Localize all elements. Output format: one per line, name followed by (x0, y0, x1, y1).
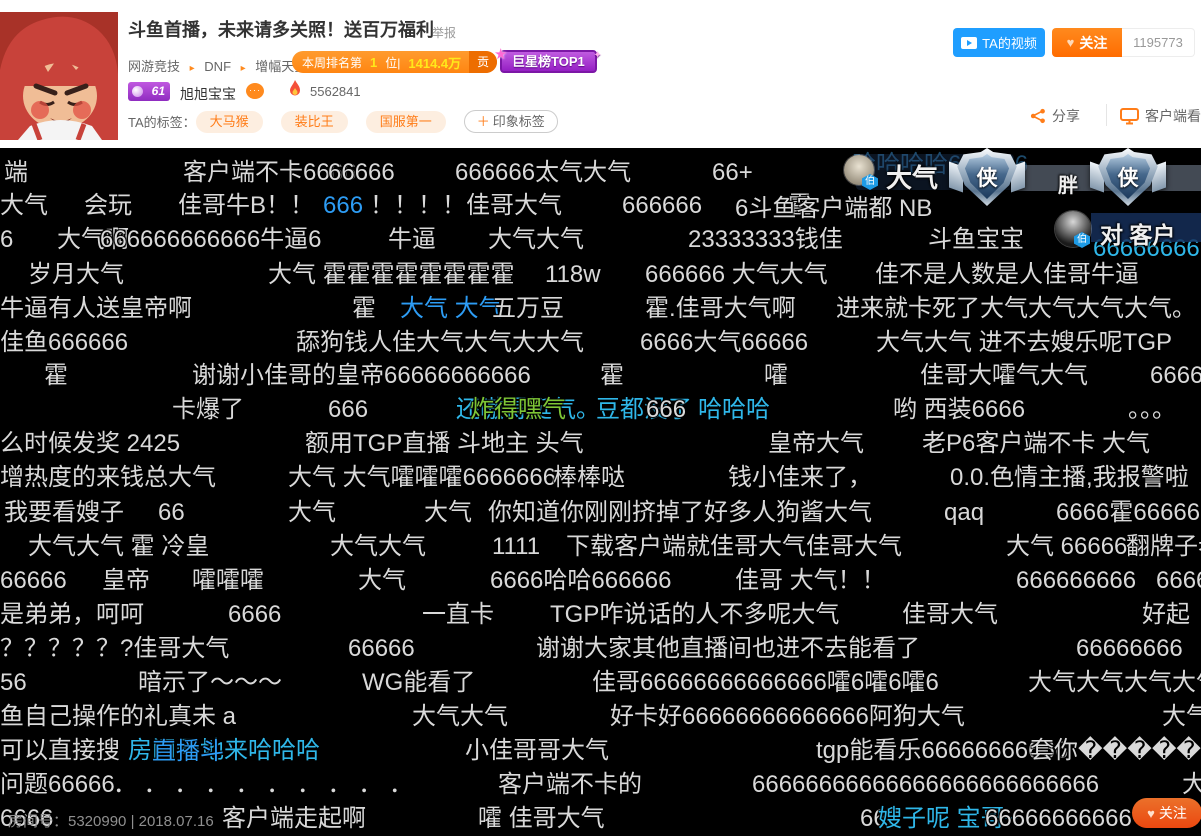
breadcrumb-game[interactable]: DNF (204, 59, 231, 74)
room-header: 斗鱼首播，未来请多关照！送百万福利 举报 网游竞技 ▸ DNF ▸ 增幅天空 本… (0, 0, 1201, 148)
share-icon (1030, 108, 1045, 124)
tag-pill[interactable]: 装比王 (280, 110, 348, 133)
add-tag-button[interactable]: ＋印象标签 (463, 110, 558, 133)
client-label: 客户端看 (1145, 108, 1201, 124)
divider (1106, 104, 1107, 126)
star-icon: ★ (494, 46, 508, 63)
breadcrumb-category[interactable]: 网游竞技 (128, 59, 180, 74)
video-icon (961, 36, 978, 49)
noble-danmaku-text: 对 客户 (1100, 222, 1176, 248)
follow-overlay-button[interactable]: ♥ 关注 (1132, 798, 1201, 828)
level-value: 61 (151, 84, 165, 98)
tag-pill[interactable]: 国服第一 (365, 110, 446, 133)
video-player[interactable]: 端客户端不卡6666 66666 666666太气大气 66+ 哈哈哈哈666666 大气… (0, 148, 1201, 836)
superstar-badge[interactable]: ★ 巨星榜TOP1 ✦ (494, 46, 602, 73)
chat-bubble-icon[interactable]: ··· (246, 83, 264, 99)
rank-prefix: 本周排名第 (302, 55, 363, 70)
avatar-image (0, 12, 118, 140)
knight-shield-icon: 侠 (1090, 148, 1166, 206)
share-label: 分享 (1052, 108, 1080, 124)
page: 斗鱼首播，未来请多关照！送百万福利 举报 网游竞技 ▸ DNF ▸ 增幅天空 本… (0, 0, 1201, 836)
streamer-avatar[interactable] (0, 12, 118, 140)
heart-icon: ♥ (1066, 35, 1075, 50)
breadcrumb-separator-icon: ▸ (189, 63, 195, 74)
rank-number: 1 (370, 54, 378, 70)
noble-danmaku-text: 胖 (1058, 175, 1078, 197)
share-button[interactable]: 分享 (1030, 106, 1080, 126)
noble-danmaku-layer: 伯 大气 侠 胖 侠 伯 对 客户 (0, 148, 1201, 836)
superstar-label: 巨星榜TOP1 (512, 54, 585, 69)
shield-glyph: 侠 (976, 166, 998, 190)
breadcrumb: 网游竞技 ▸ DNF ▸ 增幅天空 (128, 56, 307, 75)
monitor-icon (1120, 107, 1139, 124)
level-badge: 61 (128, 82, 170, 101)
rank-mid: 位| (385, 55, 401, 70)
rank-value: 1414.4万 (408, 55, 462, 71)
level-icon (132, 86, 143, 97)
follow-overlay-label: 关注 (1158, 805, 1187, 821)
add-tag-label: 印象标签 (492, 114, 545, 129)
breadcrumb-separator-icon: ▸ (240, 63, 246, 74)
ta-videos-button[interactable]: TA的视频 (953, 28, 1045, 57)
report-link[interactable]: 举报 (432, 24, 456, 41)
tags-label: TA的标签： (128, 115, 196, 130)
plus-icon: ＋ (476, 114, 490, 129)
flame-icon (288, 80, 302, 103)
noble-danmaku-text: 大气 (886, 163, 939, 193)
room-info: 房间号：5320990 | 2018.07.16 (8, 813, 214, 830)
streamer-name[interactable]: 旭旭宝宝 (180, 84, 236, 104)
follow-button[interactable]: ♥ 关注 (1052, 28, 1122, 57)
heart-icon: ♥ (1147, 805, 1155, 821)
tags-row: TA的标签： 大马猴 装比王 国服第一 ＋印象标签 (128, 110, 558, 133)
shield-glyph: 侠 (1117, 166, 1139, 190)
page-title: 斗鱼首播，未来请多关照！送百万福利 (128, 20, 434, 40)
follow-label: 关注 (1079, 34, 1108, 51)
ta-videos-label: TA的视频 (982, 36, 1037, 51)
star-icon: ✦ (593, 50, 602, 61)
knight-shield-icon: 侠 (949, 148, 1025, 206)
client-button[interactable]: 客户端看 (1120, 106, 1201, 126)
popularity-count: 5562841 (310, 84, 361, 99)
weekly-rank-badge: 本周排名第 1 位| 1414.4万 贡 (292, 51, 498, 73)
tag-pill[interactable]: 大马猴 (195, 110, 263, 133)
follower-count[interactable]: 1195773 (1122, 28, 1195, 57)
rank-unit: 贡 (469, 51, 498, 73)
